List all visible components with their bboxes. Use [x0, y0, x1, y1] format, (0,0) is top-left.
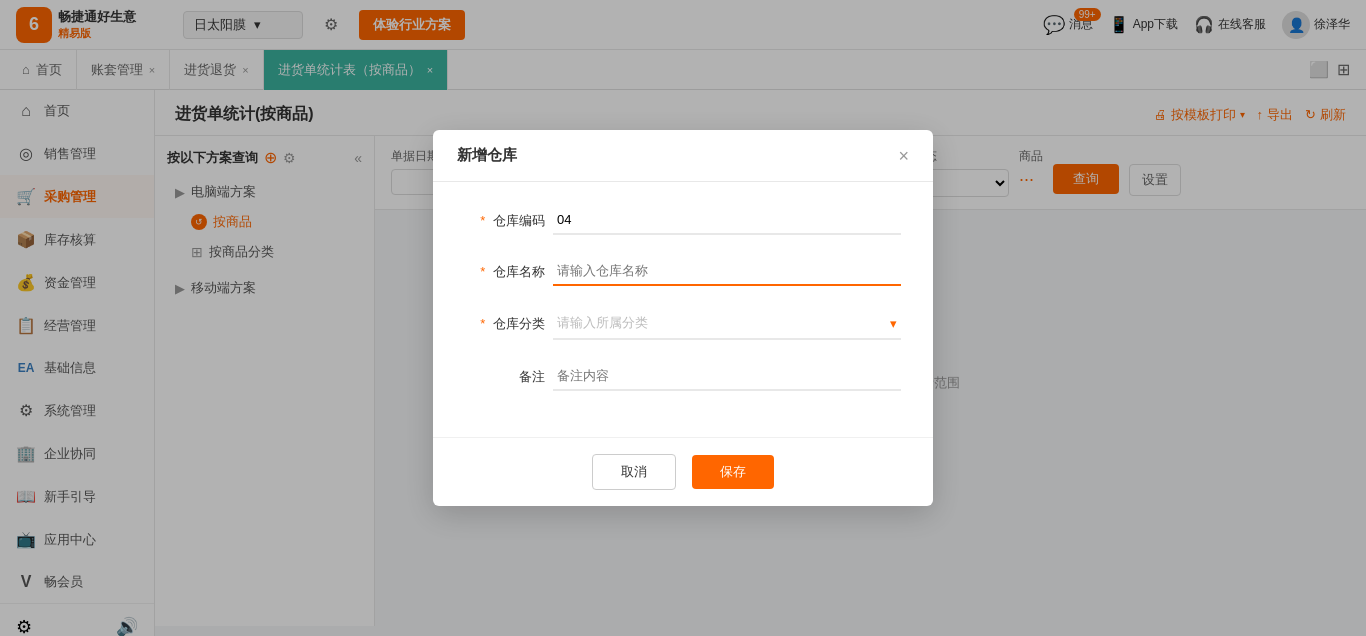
note-label: 备注 [465, 368, 545, 386]
code-label: * 仓库编码 [465, 212, 545, 230]
modal-close-btn[interactable]: × [898, 147, 909, 165]
category-placeholder: 请输入所属分类 [557, 314, 648, 332]
category-label: * 仓库分类 [465, 315, 545, 333]
form-row-code: * 仓库编码 [465, 206, 901, 235]
cancel-button[interactable]: 取消 [592, 454, 676, 490]
warehouse-category-select[interactable]: 请输入所属分类 ▾ [553, 308, 901, 340]
save-button[interactable]: 保存 [692, 455, 774, 489]
form-row-note: 备注 [465, 362, 901, 391]
warehouse-modal: 新增仓库 × * 仓库编码 * 仓库名称 [433, 130, 933, 506]
modal-footer: 取消 保存 [433, 437, 933, 506]
form-row-name: * 仓库名称 [465, 257, 901, 286]
name-label: * 仓库名称 [465, 263, 545, 281]
modal-overlay: 新增仓库 × * 仓库编码 * 仓库名称 [0, 0, 1366, 636]
modal-body: * 仓库编码 * 仓库名称 * 仓库分类 请输入所属 [433, 182, 933, 437]
warehouse-name-input[interactable] [553, 257, 901, 286]
modal-title: 新增仓库 [457, 146, 517, 165]
warehouse-note-input[interactable] [553, 362, 901, 391]
modal-header: 新增仓库 × [433, 130, 933, 182]
category-chevron-icon: ▾ [890, 316, 897, 331]
warehouse-code-input[interactable] [553, 206, 901, 235]
form-row-category: * 仓库分类 请输入所属分类 ▾ [465, 308, 901, 340]
